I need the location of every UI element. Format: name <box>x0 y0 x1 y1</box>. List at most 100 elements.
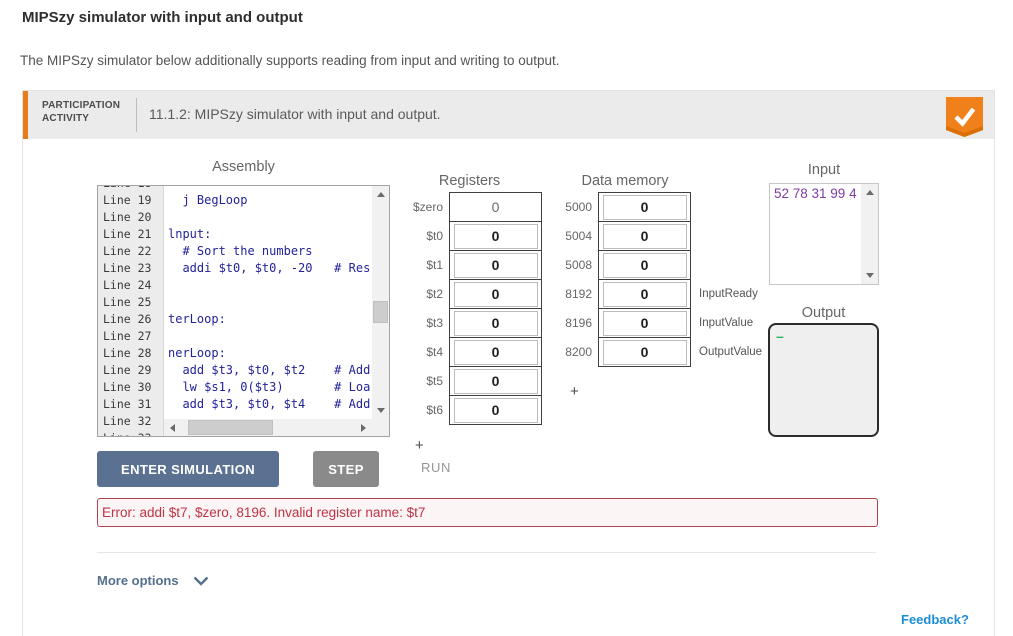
input-area: 52 78 31 99 4 <box>769 183 879 285</box>
horizontal-scroll-thumb[interactable] <box>188 420 273 435</box>
feedback-link[interactable]: Feedback? <box>901 612 969 627</box>
register-cell <box>449 279 542 309</box>
register-row: $zero 0 <box>403 192 542 222</box>
register-name: $zero <box>412 200 443 214</box>
register-row: $t0 <box>403 221 542 251</box>
section-divider <box>97 552 876 553</box>
page-title: MIPSzy simulator with input and output <box>22 9 303 26</box>
register-row: $t1 <box>403 250 542 280</box>
more-options-toggle[interactable]: More options <box>97 573 209 588</box>
output-console: – <box>768 323 879 437</box>
memory-value-input[interactable] <box>602 194 687 220</box>
code-line: terLoop: <box>168 312 226 326</box>
register-name: $t5 <box>426 374 443 388</box>
line-number: Line 26 <box>103 312 152 326</box>
code-line: add $t3, $t0, $t4 # Add <box>168 397 371 411</box>
line-number: Line 23 <box>103 261 152 275</box>
register-value-input[interactable] <box>453 252 538 278</box>
run-button[interactable]: RUN <box>421 460 451 475</box>
vertical-scroll-thumb[interactable] <box>373 301 388 323</box>
register-cell <box>449 337 542 367</box>
line-number: Line 29 <box>103 363 152 377</box>
code-line: j BegLoop <box>168 193 248 207</box>
assembly-editor[interactable]: Line 18 Line 19 Line 20 Line 21 Line 22 … <box>97 185 390 437</box>
scroll-right-arrow[interactable] <box>355 419 372 436</box>
input-scroll-up-arrow[interactable] <box>861 184 878 201</box>
enter-simulation-button[interactable]: ENTER SIMULATION <box>97 451 279 487</box>
register-name: $t0 <box>426 229 443 243</box>
kicker-line1: PARTICIPATION <box>42 100 121 111</box>
code-area[interactable]: j BegLoop lnput: # Sort the numbers addi… <box>164 186 372 419</box>
header-divider <box>136 98 137 132</box>
registers-title: Registers <box>438 173 501 189</box>
registers-expand-button[interactable]: + <box>415 437 424 454</box>
line-number-gutter: Line 18 Line 19 Line 20 Line 21 Line 22 … <box>98 186 164 436</box>
activity-kicker: PARTICIPATION ACTIVITY <box>42 99 120 125</box>
memory-value-input[interactable] <box>602 339 687 365</box>
memory-annotation: InputReady <box>699 288 758 300</box>
register-name: $t6 <box>426 403 443 417</box>
registers-table: $zero 0 $t0 $t1 $t2 $t3 $t4 $t5 $t6 <box>403 192 542 425</box>
line-number: Line 19 <box>103 193 152 207</box>
line-number: Line 30 <box>103 380 152 394</box>
data-memory-expand-button[interactable]: + <box>570 383 579 400</box>
register-cell <box>449 395 542 425</box>
register-name: $t1 <box>426 258 443 272</box>
memory-address: 8196 <box>565 316 592 330</box>
memory-value-input[interactable] <box>602 252 687 278</box>
step-button[interactable]: STEP <box>313 451 379 487</box>
scroll-down-arrow[interactable] <box>372 402 389 419</box>
input-title: Input <box>807 162 841 178</box>
assembly-title: Assembly <box>212 159 275 175</box>
register-value-input[interactable] <box>453 397 538 423</box>
memory-annotation: InputValue <box>699 317 754 329</box>
scroll-left-arrow[interactable] <box>164 419 181 436</box>
activity-title: 11.1.2: MIPSzy simulator with input and … <box>149 106 441 122</box>
register-name: $t4 <box>426 345 443 359</box>
register-row: $t5 <box>403 366 542 396</box>
memory-cell <box>598 250 691 280</box>
memory-cell <box>598 221 691 251</box>
output-text: – <box>776 328 784 344</box>
register-row: $t6 <box>403 395 542 425</box>
memory-annotation: OutputValue <box>699 346 763 358</box>
scroll-up-arrow[interactable] <box>372 186 389 203</box>
register-value-input[interactable] <box>453 281 538 307</box>
register-name: $t2 <box>426 287 443 301</box>
horizontal-scrollbar[interactable] <box>164 419 372 436</box>
memory-row: 8192 InputReady <box>558 279 762 309</box>
memory-row: 5004 <box>558 221 762 251</box>
register-value-input[interactable] <box>453 310 538 336</box>
check-icon <box>946 97 983 137</box>
activity-completed-badge[interactable] <box>946 97 983 137</box>
memory-address: 5004 <box>565 229 592 243</box>
memory-value-input[interactable] <box>602 281 687 307</box>
memory-row: 8200 OutputValue <box>558 337 762 367</box>
more-options-label: More options <box>97 573 179 588</box>
memory-address: 8192 <box>565 287 592 301</box>
memory-value-input[interactable] <box>602 310 687 336</box>
vertical-scrollbar[interactable] <box>372 186 389 419</box>
memory-value-input[interactable] <box>602 223 687 249</box>
line-number: Line 20 <box>103 210 152 224</box>
register-value-input[interactable] <box>453 223 538 249</box>
code-line: # Sort the numbers <box>168 244 313 258</box>
line-number: Line 22 <box>103 244 152 258</box>
register-row: $t2 <box>403 279 542 309</box>
memory-address: 8200 <box>565 345 592 359</box>
register-value: 0 <box>491 199 500 215</box>
memory-row: 8196 InputValue <box>558 308 762 338</box>
register-cell <box>449 250 542 280</box>
code-line: add $t3, $t0, $t2 # Add <box>168 363 371 377</box>
memory-cell <box>598 337 691 367</box>
input-scroll-down-arrow[interactable] <box>861 267 878 284</box>
line-number: Line 31 <box>103 397 152 411</box>
line-number: Line 21 <box>103 227 152 241</box>
register-cell <box>449 366 542 396</box>
register-value-input[interactable] <box>453 339 538 365</box>
line-number: Line 27 <box>103 329 152 343</box>
input-scrollbar[interactable] <box>861 184 878 284</box>
register-value-input[interactable] <box>453 368 538 394</box>
